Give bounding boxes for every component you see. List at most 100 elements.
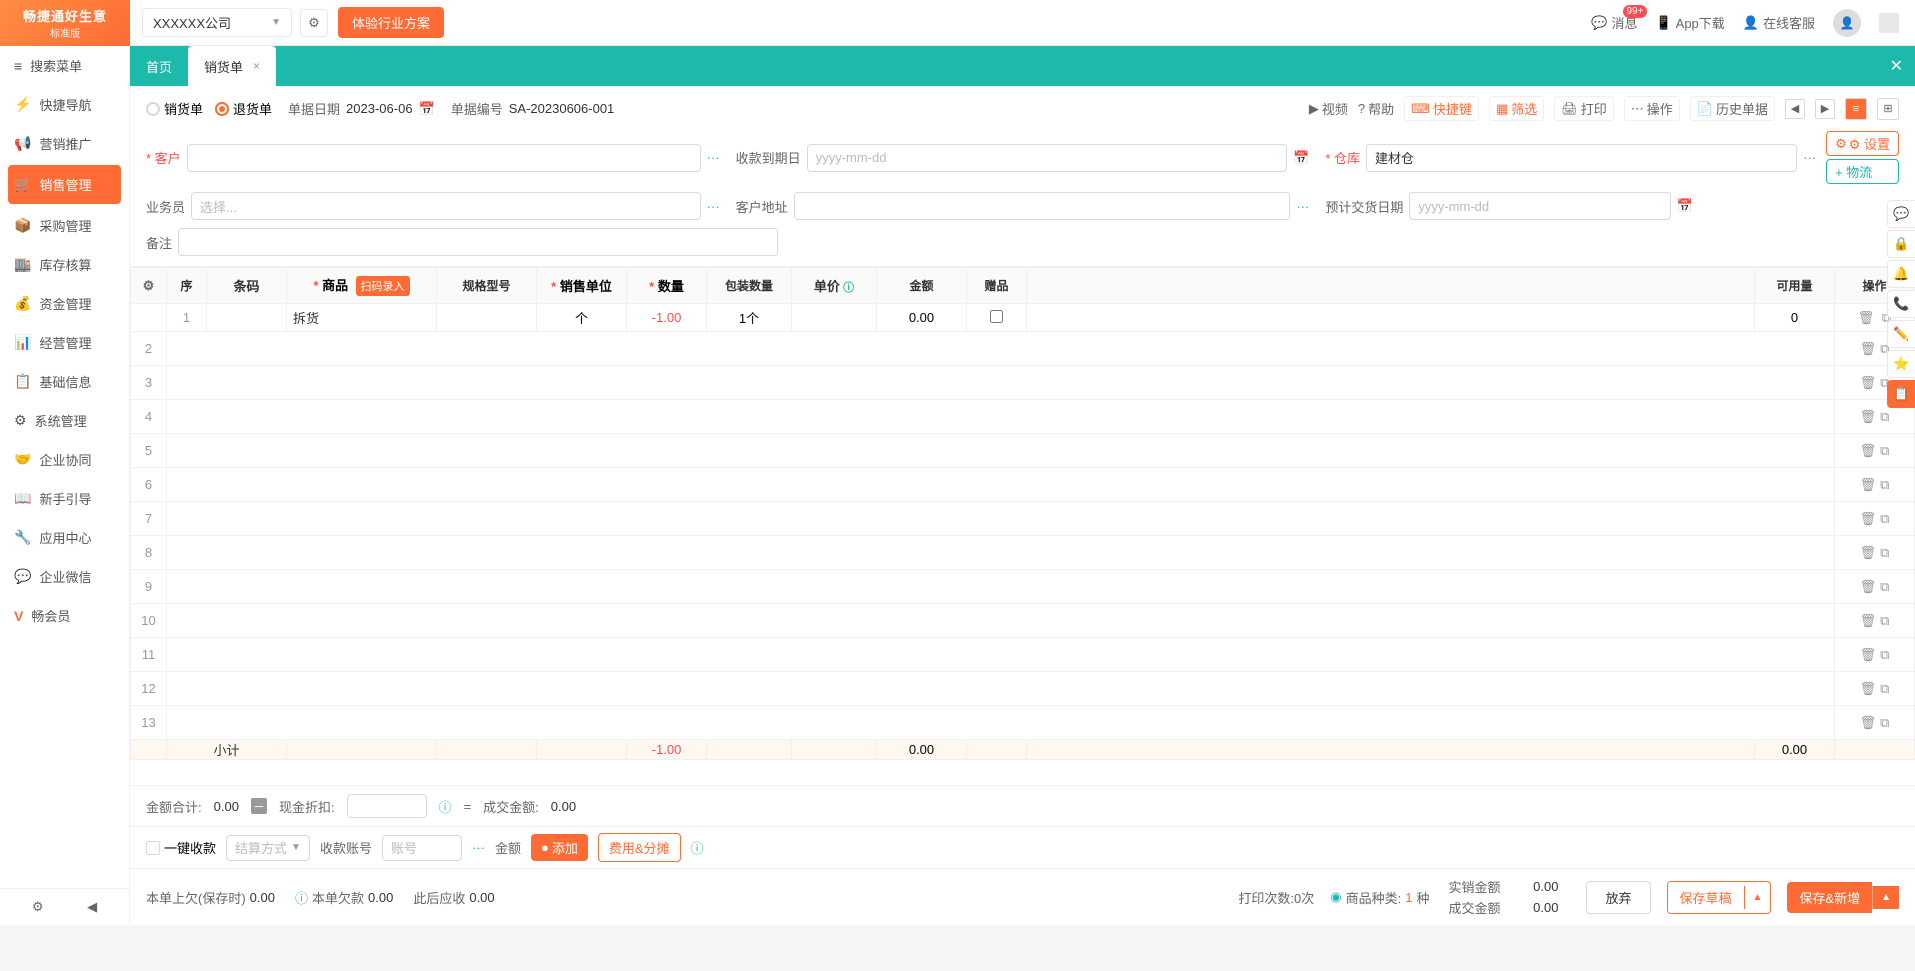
sidebar-item-enterprise[interactable]: 🤝 企业协同 [0, 440, 129, 479]
due-date-input[interactable]: yyyy-mm-dd [807, 144, 1287, 172]
calendar2-icon[interactable]: 📅 [1293, 150, 1309, 166]
sidebar-item-management[interactable]: 📊 经营管理 [0, 323, 129, 362]
company-selector[interactable]: XXXXXX公司 ▼ [142, 8, 292, 37]
settings-gear-btn[interactable]: ⚙ [300, 9, 328, 37]
address-label: 客户地址 [736, 197, 788, 216]
side-btn-6[interactable]: ⭐ [1887, 350, 1915, 378]
logistics-btn[interactable]: + 物流 [1826, 159, 1899, 184]
nav-prev-btn[interactable]: ◀ [1785, 99, 1805, 119]
history-icon: 📄 [1697, 101, 1713, 117]
staff-more-icon[interactable]: ··· [707, 199, 720, 214]
sidebar-item-sales[interactable]: 🛒 销售管理 [8, 165, 121, 204]
customer-more-icon[interactable]: ··· [707, 150, 720, 165]
sidebar: ≡ 搜索菜单 ⚡ 快捷导航 📢 营销推广 🛒 销售管理 📦 采购管理 🏬 库存核… [0, 46, 130, 925]
sidebar-item-guide[interactable]: 📖 新手引导 [0, 479, 129, 518]
history-btn[interactable]: 📄 历史单据 [1690, 96, 1775, 121]
view-list-btn[interactable]: ≡ [1845, 98, 1867, 120]
sidebar-item-quick[interactable]: ⚡ 快捷导航 [0, 85, 129, 124]
side-btn-3[interactable]: 🔔 [1887, 260, 1915, 288]
message-btn[interactable]: 💬 消息 99+ [1591, 13, 1637, 32]
print-info: 打印次数:0次 [1238, 888, 1314, 907]
filter-btn[interactable]: ▦ 筛选 [1489, 96, 1544, 121]
discount-input[interactable] [347, 794, 427, 818]
staff-input[interactable]: 选择... [191, 192, 701, 220]
save-draft-btn-group[interactable]: 保存草稿 ▲ [1667, 881, 1772, 914]
due-info-icon[interactable]: ⓘ [295, 888, 308, 907]
sidebar-item-system[interactable]: ⚙ 系统管理 [0, 401, 129, 440]
one-click-payment[interactable]: 一键收款 [146, 838, 216, 857]
sidebar-item-search[interactable]: ≡ 搜索菜单 [0, 46, 129, 85]
payment-info-icon[interactable]: ⓘ [691, 838, 704, 857]
side-btn-5[interactable]: ✏️ [1887, 320, 1915, 348]
warehouse-input[interactable]: 建材仓 [1366, 144, 1797, 172]
due-value: 0.00 [368, 890, 393, 905]
sidebar-item-member[interactable]: V 畅会员 [0, 596, 129, 635]
scan-btn[interactable]: 扫码录入 [356, 276, 410, 296]
sidebar-item-marketing[interactable]: 📢 营销推广 [0, 124, 129, 163]
trial-btn[interactable]: 体验行业方案 [338, 7, 444, 38]
address-more-icon[interactable]: ··· [1296, 199, 1309, 214]
user-name [1879, 13, 1899, 33]
video-btn[interactable]: ▶ 视频 [1309, 99, 1348, 118]
save-new-btn[interactable]: 保存&新增 [1787, 882, 1872, 913]
price-info-icon[interactable]: ⓘ [843, 282, 854, 294]
col-settings[interactable]: ⚙ [131, 268, 167, 304]
company-name: XXXXXX公司 [153, 13, 231, 32]
save-new-arrow[interactable]: ▲ [1872, 886, 1899, 909]
apps-icon: 🔧 [14, 529, 31, 546]
view-grid-btn[interactable]: ⊞ [1877, 98, 1899, 120]
sidebar-item-basic[interactable]: 📋 基础信息 [0, 362, 129, 401]
sidebar-gear-icon[interactable]: ⚙ [32, 899, 44, 915]
table-row: 4🗑⧉ [131, 400, 1915, 434]
radio-return[interactable]: 退货单 [215, 99, 272, 118]
purchase-icon: 📦 [14, 217, 31, 234]
row-delete-icon[interactable]: 🗑 [1858, 310, 1875, 325]
sidebar-item-inventory[interactable]: 🏬 库存核算 [0, 245, 129, 284]
abandon-btn[interactable]: 放弃 [1586, 881, 1650, 914]
customer-input[interactable] [187, 144, 701, 172]
guide-icon: 📖 [14, 490, 31, 507]
add-payment-btn[interactable]: ● 添加 [531, 834, 588, 861]
sidebar-item-finance[interactable]: 💰 资金管理 [0, 284, 129, 323]
operation-btn[interactable]: ⋯ 操作 [1624, 96, 1680, 121]
help-info-icon[interactable]: ⓘ [439, 797, 452, 816]
help-btn[interactable]: ? 帮助 [1358, 99, 1394, 118]
sidebar-item-wechat[interactable]: 💬 企业微信 [0, 557, 129, 596]
expense-split-btn[interactable]: 费用&分摊 [598, 833, 681, 862]
address-input[interactable] [794, 192, 1291, 220]
avatar[interactable]: 👤 [1833, 9, 1861, 37]
calc-method-select[interactable]: 结算方式 ▼ [226, 835, 310, 861]
side-btn-7[interactable]: 📋 [1887, 380, 1915, 408]
setup-btn[interactable]: ⚙ ⚙ 设置 [1826, 131, 1899, 156]
warehouse-more-icon[interactable]: ··· [1803, 150, 1816, 165]
nav-next-btn[interactable]: ▶ [1815, 99, 1835, 119]
tab-bar-close-btn[interactable]: ✕ [1890, 56, 1915, 76]
tab-sale-bill[interactable]: 销货单 × [188, 46, 276, 86]
sidebar-item-apps[interactable]: 🔧 应用中心 [0, 518, 129, 557]
save-new-btn-group[interactable]: 保存&新增 ▲ [1787, 882, 1899, 913]
expected-date-input[interactable]: yyyy-mm-dd [1409, 192, 1670, 220]
account-select[interactable]: 账号 [382, 835, 462, 861]
app-download-btn[interactable]: 📱 App下载 [1655, 13, 1724, 32]
right-side-panel: 💬 🔒 🔔 📞 ✏️ ⭐ 📋 [1887, 200, 1915, 408]
account-more-icon[interactable]: ··· [472, 840, 485, 855]
print-btn[interactable]: 🖨 打印 [1554, 96, 1614, 121]
col-spec: 规格型号 [437, 268, 537, 304]
quick-icon: ⚡ [14, 96, 31, 113]
side-btn-2[interactable]: 🔒 [1887, 230, 1915, 258]
side-btn-4[interactable]: 📞 [1887, 290, 1915, 318]
sidebar-item-purchase[interactable]: 📦 采购管理 [0, 206, 129, 245]
save-draft-btn[interactable]: 保存草稿 [1668, 882, 1744, 913]
online-service-btn[interactable]: 👤 在线客服 [1743, 13, 1815, 32]
side-btn-1[interactable]: 💬 [1887, 200, 1915, 228]
shortcuts-btn[interactable]: ⌨ 快捷键 [1404, 96, 1479, 121]
tab-close-icon[interactable]: × [253, 59, 260, 73]
sidebar-label-basic: 基础信息 [39, 372, 91, 391]
save-draft-arrow[interactable]: ▲ [1744, 886, 1771, 909]
calendar3-icon[interactable]: 📅 [1677, 198, 1693, 214]
sidebar-arrow-icon[interactable]: ◀ [87, 899, 97, 915]
note-input[interactable] [178, 228, 778, 256]
radio-sale[interactable]: 销货单 [146, 99, 203, 118]
tab-home[interactable]: 首页 [130, 46, 188, 86]
calendar-icon[interactable]: 📅 [419, 101, 435, 117]
